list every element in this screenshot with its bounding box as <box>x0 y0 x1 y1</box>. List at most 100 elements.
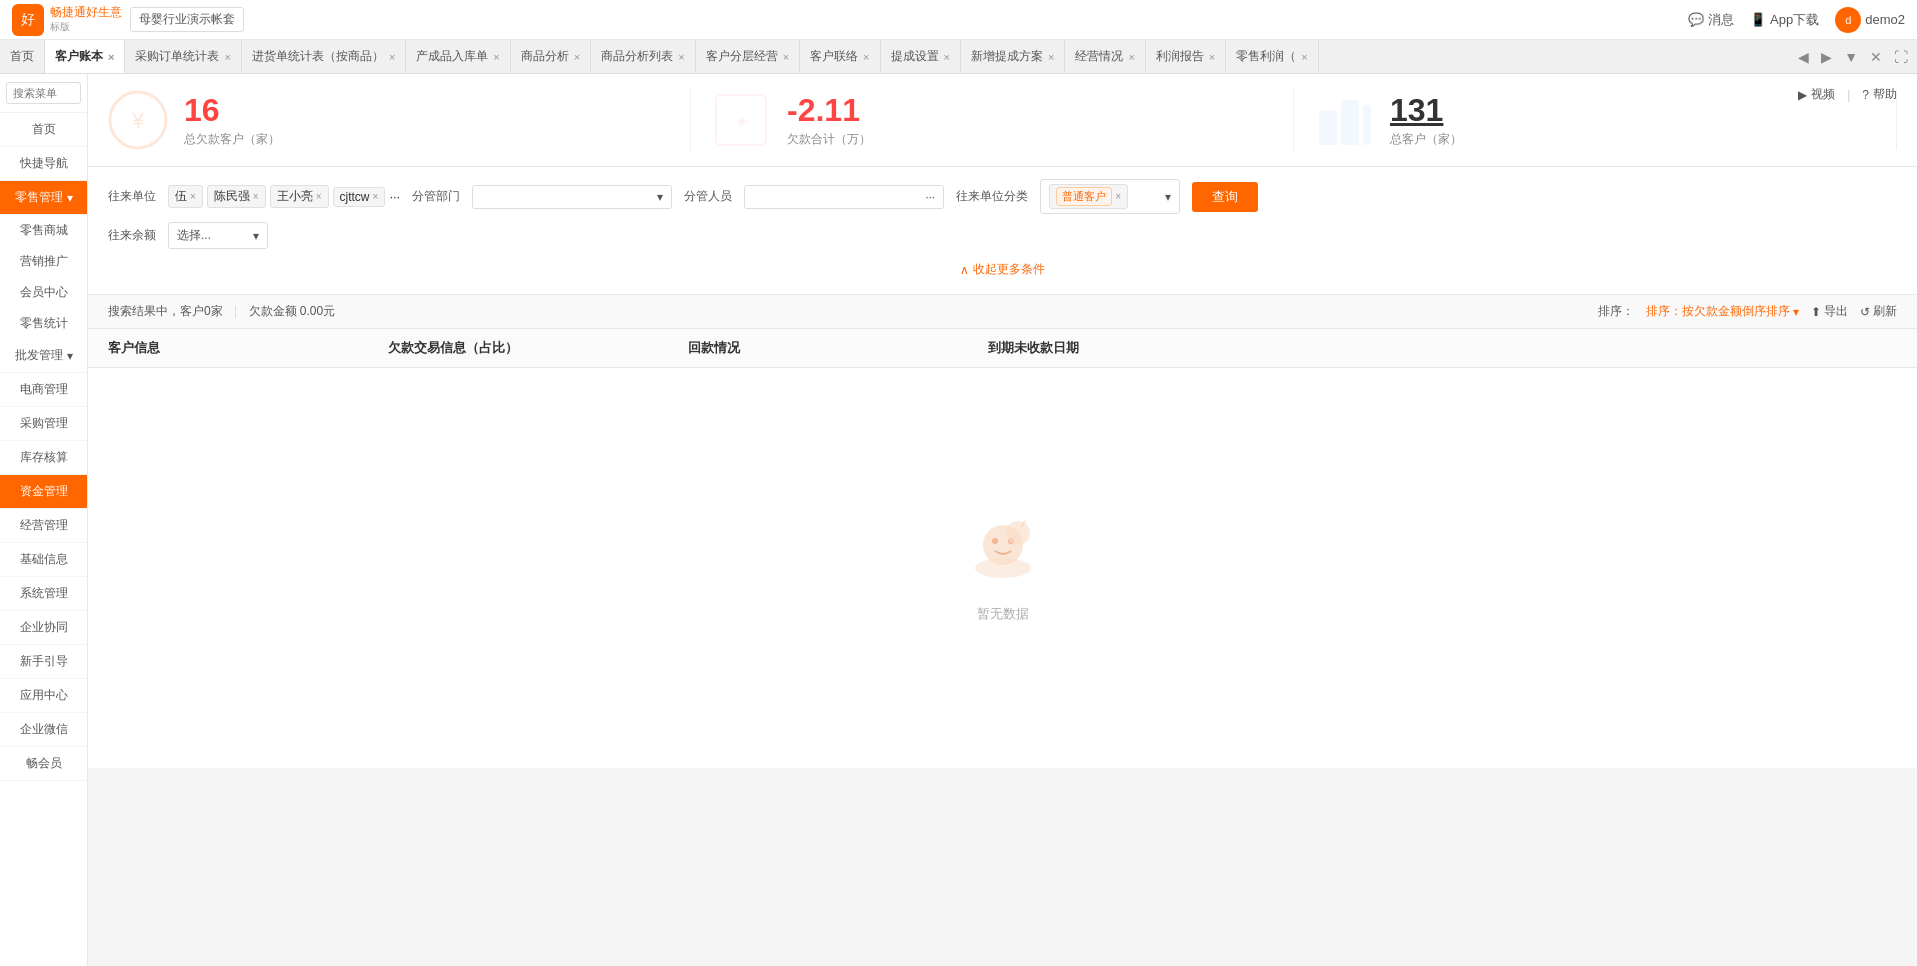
tab-profit-report[interactable]: 利润报告 × <box>1146 40 1226 74</box>
tab-purchase-order[interactable]: 采购订单统计表 × <box>125 40 241 74</box>
sidebar-item-new-guide[interactable]: 新手引导 <box>0 645 87 679</box>
filter-tags-unit: 伍 × 陈民强 × 王小亮 × cjttcw × ··· <box>168 185 400 208</box>
tab-next-btn[interactable]: ▶ <box>1816 46 1837 68</box>
tag-wu-close[interactable]: × <box>190 191 196 202</box>
balance-arrow-icon: ▾ <box>253 229 259 243</box>
table-body: 暂无数据 <box>88 368 1917 768</box>
tab-product-in-close[interactable]: × <box>493 51 499 63</box>
sidebar-item-basic-info[interactable]: 基础信息 <box>0 543 87 577</box>
sidebar-item-member-center[interactable]: 会员中心 <box>0 277 87 308</box>
sidebar-item-wholesale-mgmt[interactable]: 批发管理 ▾ <box>0 339 87 373</box>
category-tag-close[interactable]: × <box>1115 191 1121 202</box>
tab-close-all-btn[interactable]: ✕ <box>1865 46 1887 68</box>
tab-prev-btn[interactable]: ◀ <box>1793 46 1814 68</box>
sidebar-item-app-center[interactable]: 应用中心 <box>0 679 87 713</box>
tab-new-plan-close[interactable]: × <box>1048 51 1054 63</box>
dept-select[interactable]: ▾ <box>472 185 672 209</box>
tab-improve-settings-label: 提成设置 <box>891 48 939 65</box>
tag-chen-close[interactable]: × <box>253 191 259 202</box>
tab-profit-report-close[interactable]: × <box>1209 51 1215 63</box>
message-btn[interactable]: 💬 消息 <box>1688 11 1734 29</box>
search-input[interactable] <box>6 82 81 104</box>
svg-point-9 <box>992 538 998 544</box>
sidebar-item-operation-mgmt[interactable]: 经营管理 <box>0 509 87 543</box>
sidebar-item-enterprise-wechat[interactable]: 企业微信 <box>0 713 87 747</box>
result-divider: | <box>234 304 237 318</box>
sidebar-item-retail-stat[interactable]: 零售统计 <box>0 308 87 339</box>
account-dropdown[interactable]: 母婴行业演示帐套 <box>130 7 244 32</box>
col-due-date: 到期未收款日期 <box>988 339 1288 357</box>
unit-label: 往来单位 <box>108 188 156 205</box>
tab-purchase-stat[interactable]: 进货单统计表（按商品） × <box>242 40 406 74</box>
help-btn[interactable]: ? 帮助 <box>1862 86 1897 103</box>
tab-new-plan[interactable]: 新增提成方案 × <box>961 40 1065 74</box>
tab-improve-settings[interactable]: 提成设置 × <box>881 40 961 74</box>
tab-customer-layer-close[interactable]: × <box>783 51 789 63</box>
sidebar-item-quick-nav[interactable]: 快捷导航 <box>0 147 87 181</box>
tag-wang-close[interactable]: × <box>316 191 322 202</box>
tab-goods-analysis[interactable]: 商品分析 × <box>511 40 591 74</box>
sidebar-item-home[interactable]: 首页 <box>0 113 87 147</box>
tab-customer-contact[interactable]: 客户联络 × <box>800 40 880 74</box>
tab-retail-profit-close[interactable]: × <box>1301 51 1307 63</box>
filter-tag-wang: 王小亮 × <box>270 185 329 208</box>
query-button[interactable]: 查询 <box>1192 182 1258 212</box>
sidebar-item-purchase-mgmt[interactable]: 采购管理 <box>0 407 87 441</box>
tab-goods-analysis-close[interactable]: × <box>574 51 580 63</box>
app-download-btn[interactable]: 📱 App下载 <box>1750 11 1819 29</box>
sidebar-item-enterprise[interactable]: 企业协同 <box>0 611 87 645</box>
sort-select[interactable]: 排序：按欠款金额倒序排序 ▾ <box>1646 303 1799 320</box>
sidebar-item-sys-mgmt[interactable]: 系统管理 <box>0 577 87 611</box>
tab-goods-list-close[interactable]: × <box>678 51 684 63</box>
tab-operation-close[interactable]: × <box>1128 51 1134 63</box>
video-btn[interactable]: ▶ 视频 <box>1798 86 1835 103</box>
tab-purchase-stat-close[interactable]: × <box>389 51 395 63</box>
export-label: 导出 <box>1824 303 1848 320</box>
tab-product-in[interactable]: 产成品入库单 × <box>406 40 510 74</box>
refresh-btn[interactable]: ↺ 刷新 <box>1860 303 1897 320</box>
tab-retail-profit[interactable]: 零售利润（ × <box>1226 40 1318 74</box>
staff-select[interactable]: ··· <box>744 185 944 209</box>
tab-goods-analysis-label: 商品分析 <box>521 48 569 65</box>
tab-bar-controls: ◀ ▶ ▼ ✕ ⛶ <box>1789 46 1917 68</box>
sidebar-item-inventory[interactable]: 库存核算 <box>0 441 87 475</box>
tab-new-plan-label: 新增提成方案 <box>971 48 1043 65</box>
tab-list-btn[interactable]: ▼ <box>1839 46 1863 68</box>
tab-fullscreen-btn[interactable]: ⛶ <box>1889 46 1913 68</box>
sidebar-item-retail-mall[interactable]: 零售商城 <box>0 215 87 246</box>
sidebar-item-ecom-mgmt[interactable]: 电商管理 <box>0 373 87 407</box>
user-profile[interactable]: d demo2 <box>1835 7 1905 33</box>
table-container: 客户信息 欠款交易信息（占比） 回款情况 到期未收款日期 <box>88 329 1917 768</box>
tab-home[interactable]: 首页 <box>0 40 45 74</box>
tab-account[interactable]: 客户账本 × <box>45 40 125 74</box>
sidebar-item-marketing[interactable]: 营销推广 <box>0 246 87 277</box>
tab-account-close[interactable]: × <box>108 51 114 63</box>
tag-cjttcw-close[interactable]: × <box>373 191 379 202</box>
export-btn[interactable]: ⬆ 导出 <box>1811 303 1848 320</box>
stat-label-total: 总客户（家） <box>1390 131 1462 148</box>
new-guide-label: 新手引导 <box>20 654 68 668</box>
main-layout: 首页 快捷导航 零售管理 ▾ 零售商城 营销推广 会员中心 零售统计 批发管理 … <box>0 74 1917 966</box>
collapse-btn[interactable]: ∧ 收起更多条件 <box>108 257 1897 282</box>
sidebar-item-finance-mgmt[interactable]: 资金管理 <box>0 475 87 509</box>
app-center-label: 应用中心 <box>20 688 68 702</box>
category-select[interactable]: 普通客户 × ▾ <box>1040 179 1180 214</box>
tab-customer-layer-label: 客户分层经营 <box>706 48 778 65</box>
dept-arrow-icon: ▾ <box>657 190 663 204</box>
tab-operation[interactable]: 经营情况 × <box>1065 40 1145 74</box>
col-customer-info: 客户信息 <box>108 339 388 357</box>
sidebar-item-retail-mgmt[interactable]: 零售管理 ▾ <box>0 181 87 215</box>
logo-sub: 标版 <box>50 20 122 34</box>
tab-improve-settings-close[interactable]: × <box>944 51 950 63</box>
balance-select[interactable]: 选择... ▾ <box>168 222 268 249</box>
sidebar-item-vip-member[interactable]: 畅会员 <box>0 747 87 781</box>
tab-bar: 首页 客户账本 × 采购订单统计表 × 进货单统计表（按商品） × 产成品入库单… <box>0 40 1917 74</box>
tab-purchase-order-close[interactable]: × <box>224 51 230 63</box>
category-label: 往来单位分类 <box>956 188 1028 205</box>
video-label: 视频 <box>1811 86 1835 103</box>
wholesale-mgmt-arrow-icon: ▾ <box>67 349 73 363</box>
tab-goods-list[interactable]: 商品分析列表 × <box>591 40 695 74</box>
tab-customer-layer[interactable]: 客户分层经营 × <box>696 40 800 74</box>
tab-customer-contact-close[interactable]: × <box>863 51 869 63</box>
tag-more-btn[interactable]: ··· <box>389 189 400 204</box>
